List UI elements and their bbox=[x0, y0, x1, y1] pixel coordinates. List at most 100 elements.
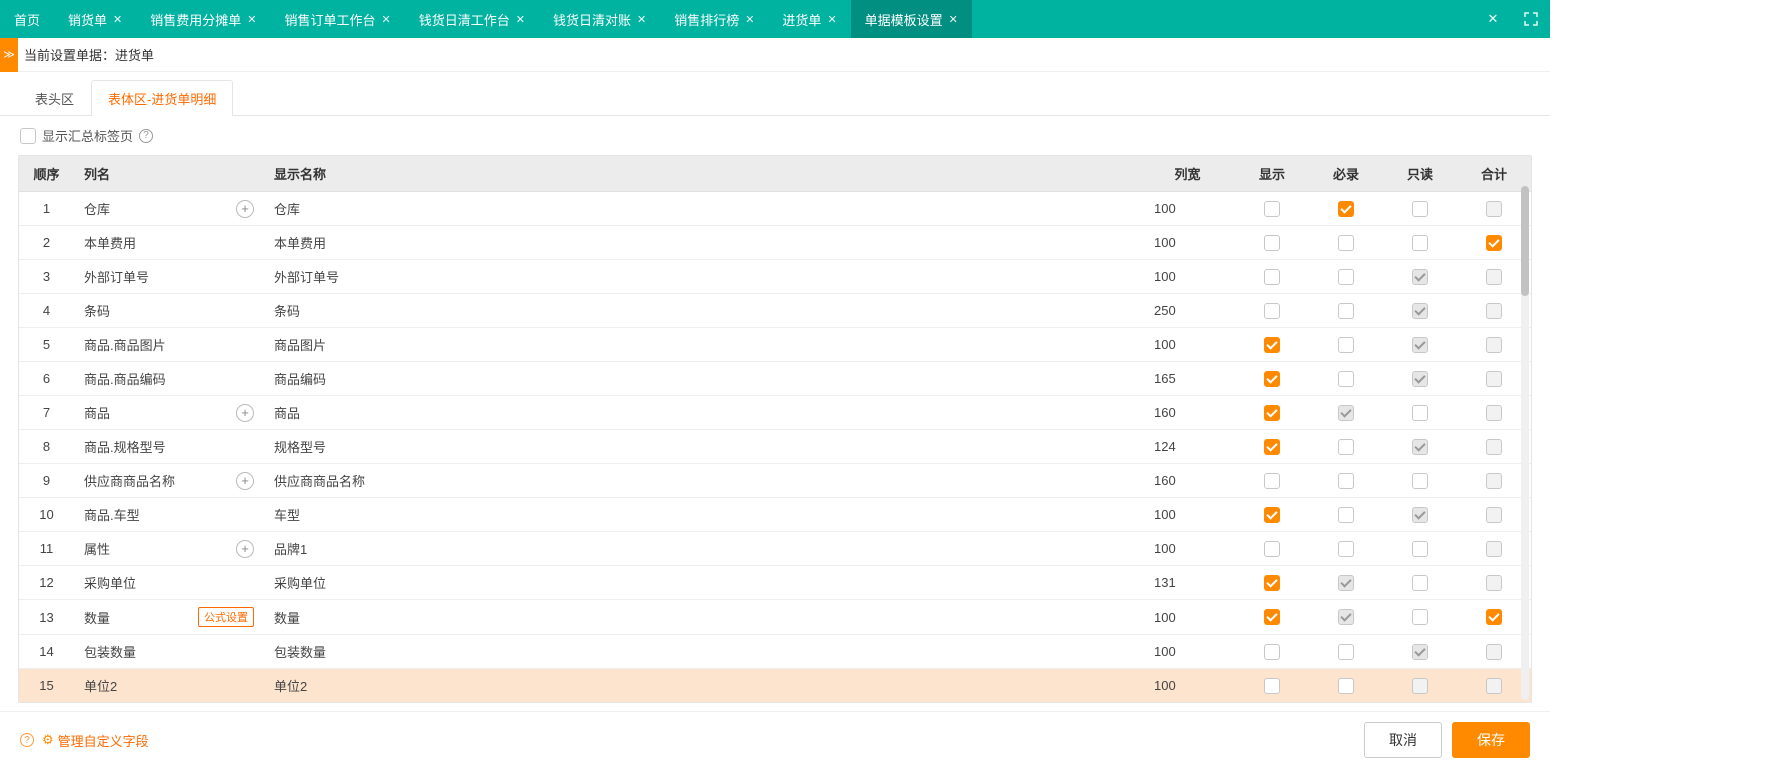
plus-icon[interactable]: + bbox=[236, 472, 254, 490]
plus-icon[interactable]: + bbox=[236, 200, 254, 218]
cell-width[interactable]: 100 bbox=[1140, 669, 1235, 703]
table-row[interactable]: 4条码条码250 bbox=[19, 294, 1531, 328]
table-row[interactable]: 9供应商商品名称+供应商商品名称160 bbox=[19, 464, 1531, 498]
inner-tab[interactable]: 表头区 bbox=[18, 80, 91, 116]
checkbox[interactable] bbox=[1338, 269, 1354, 285]
app-tab[interactable]: 首页 bbox=[0, 0, 54, 38]
checkbox[interactable] bbox=[1264, 507, 1280, 523]
cell-width[interactable]: 160 bbox=[1140, 464, 1235, 498]
cell-disp[interactable]: 规格型号 bbox=[264, 430, 1140, 464]
close-icon[interactable]: ✕ bbox=[745, 13, 754, 26]
checkbox[interactable] bbox=[1412, 235, 1428, 251]
cell-width[interactable]: 100 bbox=[1140, 532, 1235, 566]
checkbox[interactable] bbox=[1338, 541, 1354, 557]
checkbox[interactable] bbox=[1338, 644, 1354, 660]
app-tab[interactable]: 钱货日清工作台✕ bbox=[405, 0, 539, 38]
table-row[interactable]: 11属性+品牌1100 bbox=[19, 532, 1531, 566]
cell-width[interactable]: 100 bbox=[1140, 328, 1235, 362]
table-row[interactable]: 5商品.商品图片商品图片100 bbox=[19, 328, 1531, 362]
checkbox[interactable] bbox=[1412, 201, 1428, 217]
checkbox[interactable] bbox=[1264, 337, 1280, 353]
checkbox[interactable] bbox=[1412, 609, 1428, 625]
cell-width[interactable]: 250 bbox=[1140, 294, 1235, 328]
checkbox[interactable] bbox=[1264, 678, 1280, 694]
checkbox[interactable] bbox=[1412, 473, 1428, 489]
cell-width[interactable]: 165 bbox=[1140, 362, 1235, 396]
app-tab[interactable]: 进货单✕ bbox=[768, 0, 850, 38]
cancel-button[interactable]: 取消 bbox=[1364, 722, 1442, 758]
save-button[interactable]: 保存 bbox=[1452, 722, 1530, 758]
help-icon[interactable]: ? bbox=[139, 129, 153, 143]
cell-disp[interactable]: 商品编码 bbox=[264, 362, 1140, 396]
close-all-icon[interactable]: ✕ bbox=[1474, 11, 1512, 27]
scrollbar[interactable] bbox=[1521, 186, 1529, 700]
cell-width[interactable]: 100 bbox=[1140, 260, 1235, 294]
checkbox[interactable] bbox=[1264, 473, 1280, 489]
checkbox[interactable] bbox=[1338, 371, 1354, 387]
cell-width[interactable]: 124 bbox=[1140, 430, 1235, 464]
cell-width[interactable]: 160 bbox=[1140, 396, 1235, 430]
plus-icon[interactable]: + bbox=[236, 540, 254, 558]
app-tab[interactable]: 钱货日清对账✕ bbox=[539, 0, 660, 38]
table-row[interactable]: 2本单费用本单费用100 bbox=[19, 226, 1531, 260]
cell-disp[interactable]: 车型 bbox=[264, 498, 1140, 532]
close-icon[interactable]: ✕ bbox=[637, 13, 646, 26]
cell-disp[interactable]: 本单费用 bbox=[264, 226, 1140, 260]
cell-disp[interactable]: 供应商商品名称 bbox=[264, 464, 1140, 498]
table-row[interactable]: 14包装数量包装数量100 bbox=[19, 635, 1531, 669]
checkbox[interactable] bbox=[1264, 439, 1280, 455]
cell-disp[interactable]: 商品图片 bbox=[264, 328, 1140, 362]
checkbox[interactable] bbox=[1412, 405, 1428, 421]
manage-custom-fields-link[interactable]: 管理自定义字段 bbox=[58, 731, 149, 750]
checkbox[interactable] bbox=[1264, 269, 1280, 285]
cell-disp[interactable]: 单位2 bbox=[264, 669, 1140, 703]
checkbox[interactable] bbox=[1338, 303, 1354, 319]
checkbox[interactable] bbox=[1264, 644, 1280, 660]
cell-disp[interactable]: 条码 bbox=[264, 294, 1140, 328]
checkbox[interactable] bbox=[1338, 507, 1354, 523]
cell-disp[interactable]: 外部订单号 bbox=[264, 260, 1140, 294]
cell-disp[interactable]: 数量 bbox=[264, 600, 1140, 635]
gear-icon[interactable]: ⚙ bbox=[42, 732, 54, 748]
cell-width[interactable]: 131 bbox=[1140, 566, 1235, 600]
app-tab[interactable]: 销售订单工作台✕ bbox=[270, 0, 404, 38]
checkbox[interactable] bbox=[1338, 235, 1354, 251]
close-icon[interactable]: ✕ bbox=[516, 13, 525, 26]
expand-icon[interactable]: ≫ bbox=[0, 38, 18, 72]
cell-width[interactable]: 100 bbox=[1140, 635, 1235, 669]
cell-disp[interactable]: 包装数量 bbox=[264, 635, 1140, 669]
table-row[interactable]: 6商品.商品编码商品编码165 bbox=[19, 362, 1531, 396]
fullscreen-icon[interactable] bbox=[1512, 12, 1550, 26]
checkbox[interactable] bbox=[1264, 405, 1280, 421]
checkbox[interactable] bbox=[1486, 235, 1502, 251]
app-tab[interactable]: 单据模板设置✕ bbox=[851, 0, 972, 38]
checkbox[interactable] bbox=[1338, 337, 1354, 353]
table-row[interactable]: 13数量公式设置数量100 bbox=[19, 600, 1531, 635]
cell-width[interactable]: 100 bbox=[1140, 192, 1235, 226]
close-icon[interactable]: ✕ bbox=[949, 13, 958, 26]
checkbox[interactable] bbox=[1338, 439, 1354, 455]
checkbox[interactable] bbox=[1264, 201, 1280, 217]
close-icon[interactable]: ✕ bbox=[827, 13, 836, 26]
checkbox[interactable] bbox=[1486, 609, 1502, 625]
checkbox[interactable] bbox=[1264, 235, 1280, 251]
app-tab[interactable]: 销货单✕ bbox=[54, 0, 136, 38]
close-icon[interactable]: ✕ bbox=[247, 13, 256, 26]
checkbox[interactable] bbox=[1264, 609, 1280, 625]
table-row[interactable]: 15单位2单位2100 bbox=[19, 669, 1531, 703]
footer-help-icon[interactable]: ? bbox=[20, 733, 34, 747]
checkbox[interactable] bbox=[1264, 371, 1280, 387]
checkbox[interactable] bbox=[1338, 201, 1354, 217]
cell-width[interactable]: 100 bbox=[1140, 600, 1235, 635]
checkbox[interactable] bbox=[1264, 575, 1280, 591]
checkbox[interactable] bbox=[1412, 541, 1428, 557]
summary-checkbox[interactable] bbox=[20, 128, 36, 144]
cell-disp[interactable]: 采购单位 bbox=[264, 566, 1140, 600]
close-icon[interactable]: ✕ bbox=[382, 13, 391, 26]
cell-disp[interactable]: 品牌1 bbox=[264, 532, 1140, 566]
checkbox[interactable] bbox=[1264, 541, 1280, 557]
app-tab[interactable]: 销售排行榜✕ bbox=[660, 0, 768, 38]
table-row[interactable]: 8商品.规格型号规格型号124 bbox=[19, 430, 1531, 464]
inner-tab[interactable]: 表体区-进货单明细 bbox=[91, 80, 233, 116]
cell-width[interactable]: 100 bbox=[1140, 498, 1235, 532]
